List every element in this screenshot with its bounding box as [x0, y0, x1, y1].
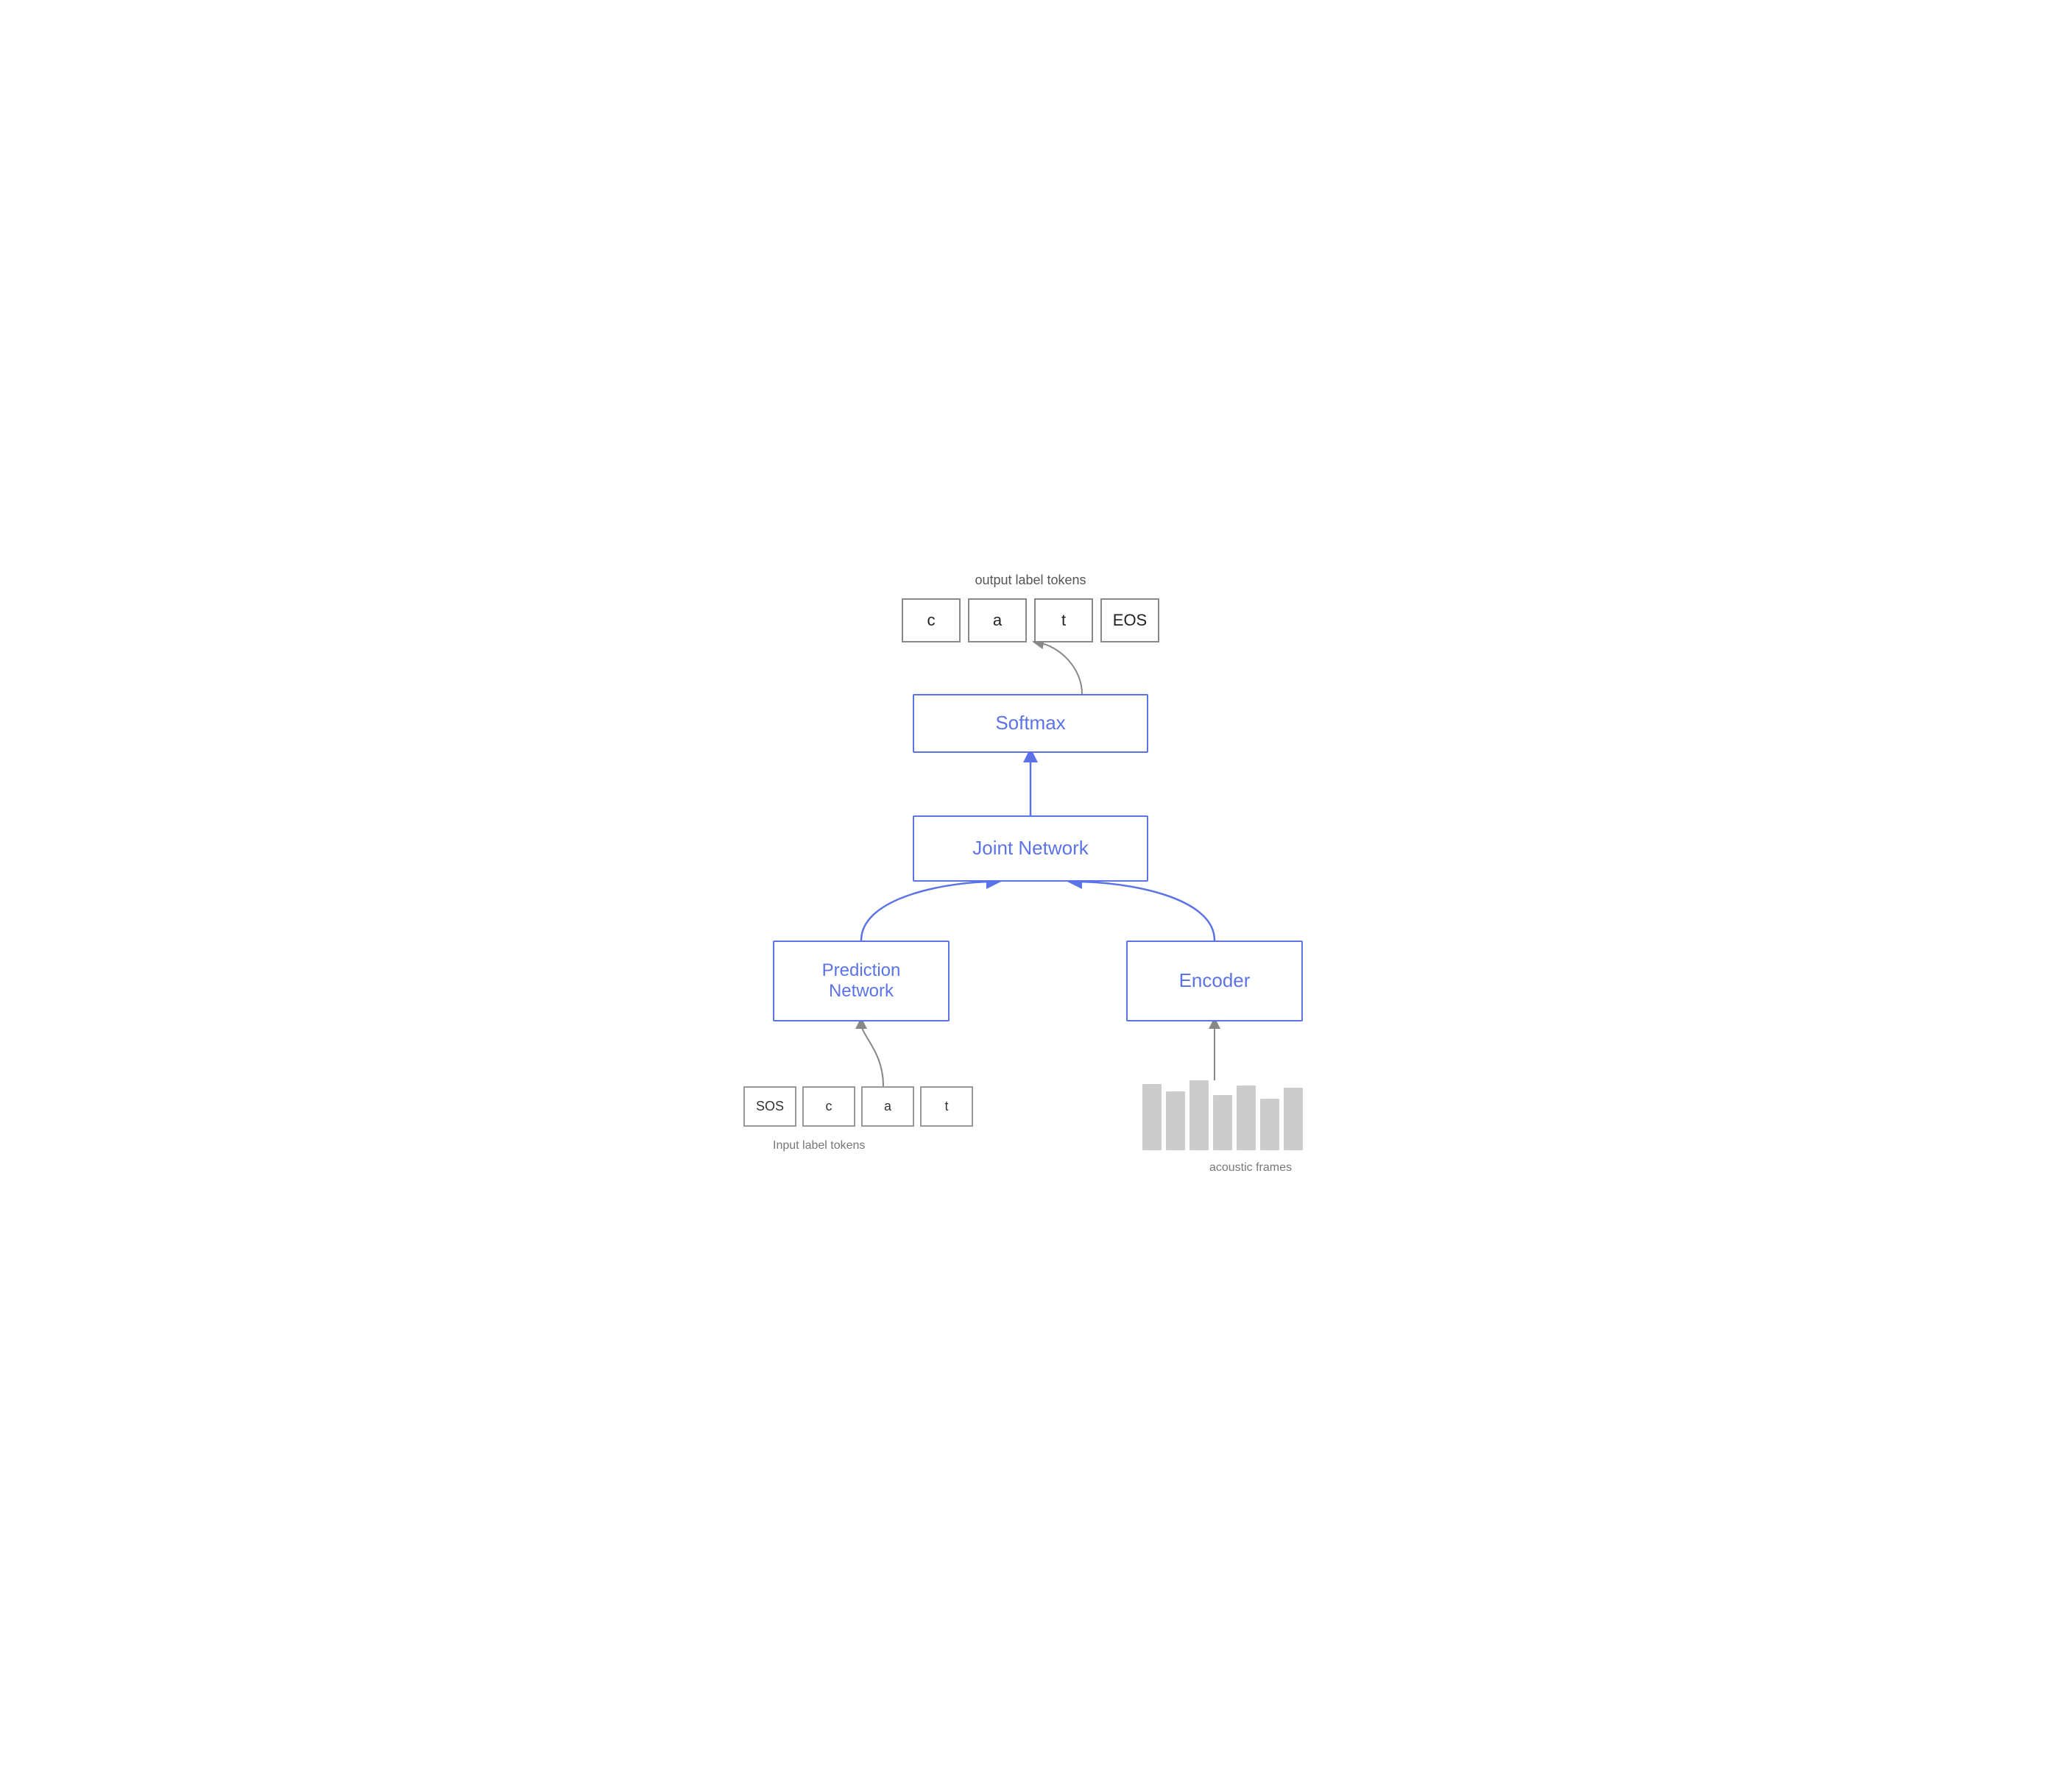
acoustic-bar-6 [1260, 1099, 1279, 1150]
acoustic-bar-4 [1213, 1095, 1232, 1150]
prediction-network-label: PredictionNetwork [822, 960, 901, 1002]
output-tokens-row: c a t EOS [902, 598, 1159, 642]
output-token-eos: EOS [1100, 598, 1159, 642]
input-label: Input label tokens [773, 1139, 865, 1152]
softmax-box: Softmax [913, 694, 1148, 753]
input-token-t: t [920, 1086, 973, 1127]
input-token-a: a [861, 1086, 914, 1127]
input-tokens-row: SOS c a t [743, 1086, 973, 1127]
output-token-c: c [902, 598, 961, 642]
acoustic-label: acoustic frames [1209, 1161, 1292, 1175]
prediction-network-box: PredictionNetwork [773, 941, 950, 1021]
encoder-box: Encoder [1126, 941, 1303, 1021]
diagram-container: output label tokens c a t EOS Softmax Jo… [699, 565, 1362, 1228]
input-token-sos: SOS [743, 1086, 796, 1127]
acoustic-bar-7 [1284, 1088, 1303, 1150]
acoustic-bar-2 [1166, 1091, 1185, 1150]
output-token-a: a [968, 598, 1027, 642]
joint-network-box: Joint Network [913, 815, 1148, 882]
acoustic-bar-5 [1237, 1086, 1256, 1150]
input-token-c: c [802, 1086, 855, 1127]
output-label: output label tokens [975, 573, 1086, 588]
output-token-t: t [1034, 598, 1093, 642]
acoustic-bar-3 [1189, 1080, 1209, 1150]
acoustic-frames [1142, 1080, 1303, 1150]
acoustic-bar-1 [1142, 1084, 1162, 1150]
